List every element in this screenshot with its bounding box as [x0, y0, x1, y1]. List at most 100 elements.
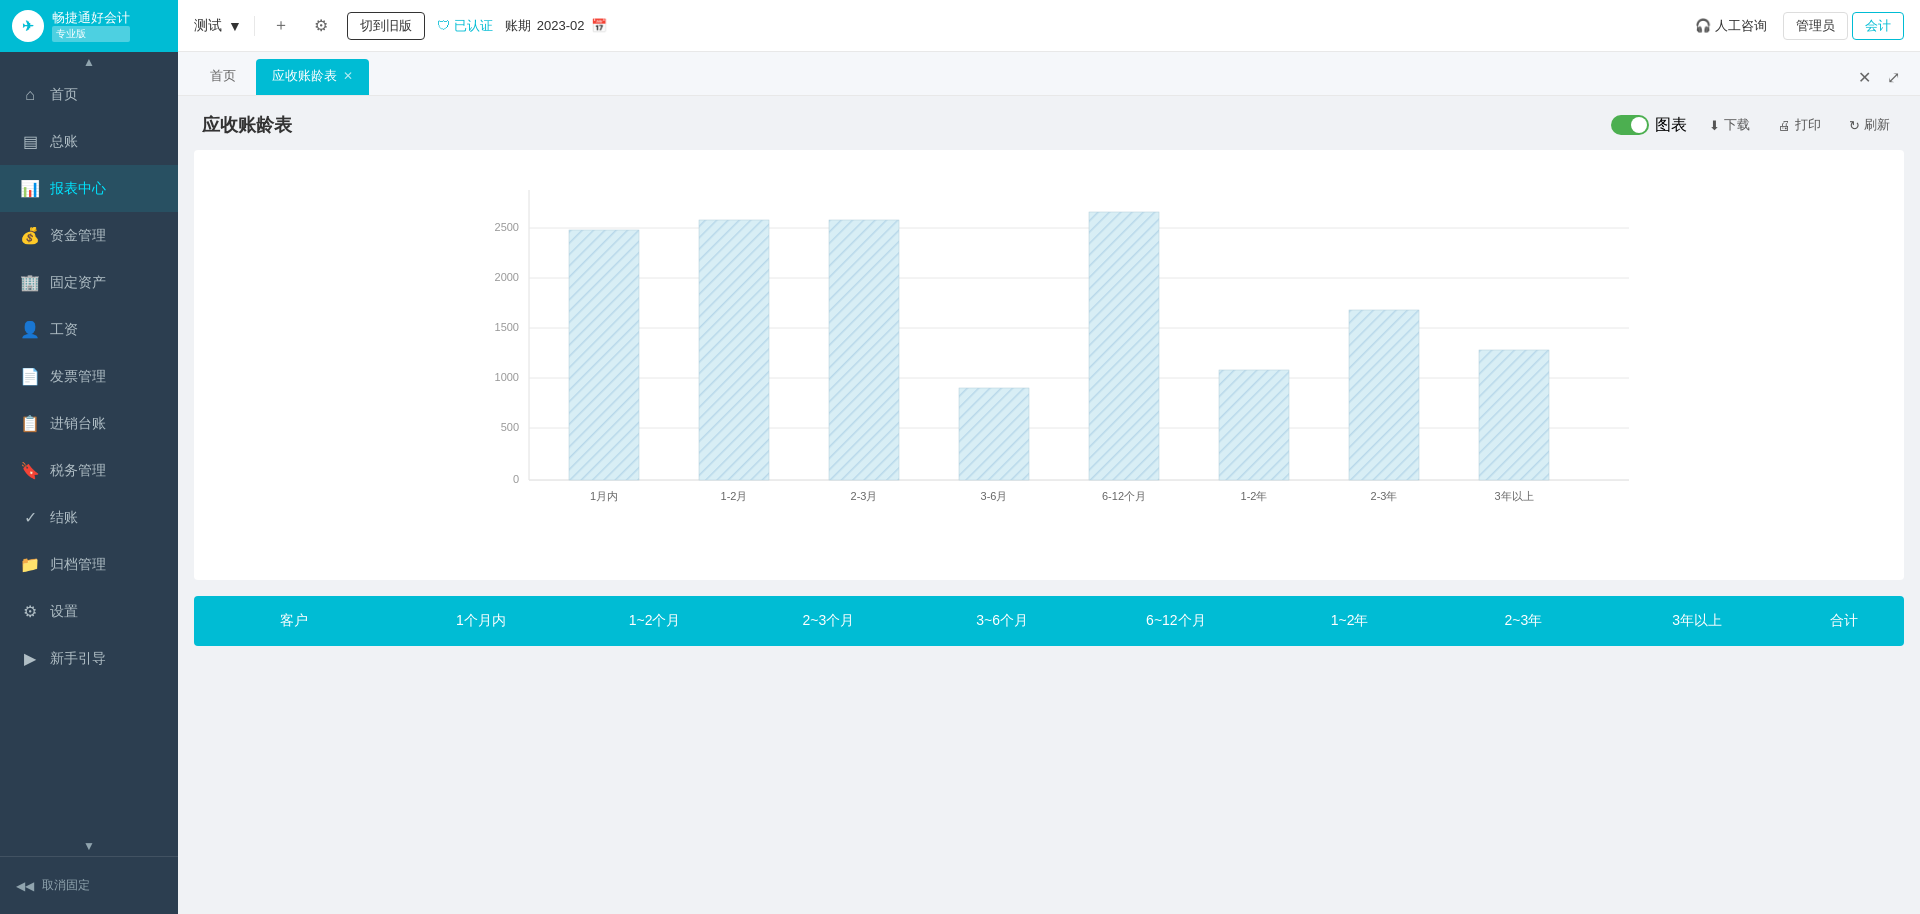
scroll-down-arrow[interactable]: ▼ — [0, 836, 178, 856]
svg-text:1月内: 1月内 — [590, 490, 618, 502]
download-label: 下载 — [1724, 116, 1750, 134]
sidebar-item-guide[interactable]: ▶ 新手引导 — [0, 635, 178, 682]
settings-gear-button[interactable]: ⚙ — [307, 12, 335, 40]
tab-close-icon[interactable]: ✕ — [343, 69, 353, 83]
sidebar-item-label: 报表中心 — [50, 180, 106, 198]
toggle-thumb — [1631, 117, 1647, 133]
chevron-down-icon: ▼ — [228, 18, 242, 34]
content-area: 应收账龄表 图表 ⬇ 下载 🖨 打印 ↻ 刷新 — [178, 96, 1920, 914]
svg-text:1-2年: 1-2年 — [1241, 490, 1268, 502]
cert-status: 🛡 已认证 — [437, 17, 493, 35]
scroll-up-arrow[interactable]: ▲ — [0, 52, 178, 72]
sidebar-item-label: 固定资产 — [50, 274, 106, 292]
topbar: 测试 ▼ ＋ ⚙ 切到旧版 🛡 已认证 账期 2023-02 📅 🎧 人工咨询 … — [178, 0, 1920, 52]
payroll-icon: 👤 — [20, 320, 40, 339]
sidebar-item-label: 结账 — [50, 509, 78, 527]
topbar-right: 🎧 人工咨询 管理员 会计 — [1695, 12, 1904, 40]
svg-text:1500: 1500 — [495, 321, 519, 333]
sidebar: ✈ 畅捷通好会计 专业版 ▲ ⌂ 首页 ▤ 总账 📊 报表中心 💰 资金管理 🏢… — [0, 0, 178, 914]
collapse-icon: ◀◀ — [16, 879, 34, 893]
svg-text:0: 0 — [513, 473, 519, 485]
sidebar-item-archive[interactable]: 📁 归档管理 — [0, 541, 178, 588]
svg-text:6-12个月: 6-12个月 — [1102, 490, 1146, 502]
manager-button[interactable]: 管理员 — [1783, 12, 1848, 40]
bar-6-12-month — [1089, 212, 1159, 480]
svg-text:2-3年: 2-3年 — [1371, 490, 1398, 502]
col-3plus-year: 3年以上 — [1610, 596, 1784, 646]
close-window-button[interactable]: ✕ — [1854, 64, 1875, 91]
svg-text:3年以上: 3年以上 — [1494, 490, 1533, 502]
add-button[interactable]: ＋ — [267, 12, 295, 40]
app-name: 畅捷通好会计 — [52, 10, 130, 27]
tax-icon: 🔖 — [20, 461, 40, 480]
calendar-icon[interactable]: 📅 — [591, 18, 607, 33]
svg-text:1000: 1000 — [495, 371, 519, 383]
bar-1-month — [569, 230, 639, 480]
sidebar-bottom: ◀◀ 取消固定 — [0, 856, 178, 914]
sidebar-item-invoice[interactable]: 📄 发票管理 — [0, 353, 178, 400]
chart-toggle[interactable]: 图表 — [1611, 115, 1687, 136]
invsales-icon: 📋 — [20, 414, 40, 433]
table-container: 客户 1个月内 1~2个月 2~3个月 3~6个月 6~12个月 1~2年 2~… — [194, 596, 1904, 646]
col-1-2month: 1~2个月 — [568, 596, 742, 646]
collapse-label: 取消固定 — [42, 877, 90, 894]
tab-home-label: 首页 — [210, 67, 236, 85]
sidebar-item-tax[interactable]: 🔖 税务管理 — [0, 447, 178, 494]
bar-3-plus-year — [1479, 350, 1549, 480]
sidebar-item-settle[interactable]: ✓ 结账 — [0, 494, 178, 541]
sidebar-item-reports[interactable]: 📊 报表中心 — [0, 165, 178, 212]
collapse-sidebar-button[interactable]: ◀◀ 取消固定 — [0, 867, 178, 904]
switch-old-version-button[interactable]: 切到旧版 — [347, 12, 425, 40]
download-button[interactable]: ⬇ 下载 — [1703, 112, 1756, 138]
page-actions: 图表 ⬇ 下载 🖨 打印 ↻ 刷新 — [1611, 112, 1896, 138]
toggle-track[interactable] — [1611, 115, 1649, 135]
tab-aging-label: 应收账龄表 — [272, 67, 337, 85]
sidebar-item-payroll[interactable]: 👤 工资 — [0, 306, 178, 353]
sidebar-item-assets[interactable]: 🏢 固定资产 — [0, 259, 178, 306]
tabbar: 首页 应收账龄表 ✕ ✕ ⤢ — [178, 52, 1920, 96]
tab-aging[interactable]: 应收账龄表 ✕ — [256, 59, 369, 95]
col-6-12month: 6~12个月 — [1089, 596, 1263, 646]
project-selector[interactable]: 测试 ▼ — [194, 17, 242, 35]
svg-text:2-3月: 2-3月 — [851, 490, 878, 502]
sidebar-item-label: 资金管理 — [50, 227, 106, 245]
print-label: 打印 — [1795, 116, 1821, 134]
invoice-icon: 📄 — [20, 367, 40, 386]
sidebar-item-label: 发票管理 — [50, 368, 106, 386]
refresh-label: 刷新 — [1864, 116, 1890, 134]
headset-icon: 🎧 — [1695, 18, 1711, 33]
bar-1-2-year — [1219, 370, 1289, 480]
print-button[interactable]: 🖨 打印 — [1772, 112, 1827, 138]
refresh-button[interactable]: ↻ 刷新 — [1843, 112, 1896, 138]
col-1-2year: 1~2年 — [1263, 596, 1437, 646]
ledger-icon: ▤ — [20, 132, 40, 151]
svg-text:1-2月: 1-2月 — [721, 490, 748, 502]
accountant-button[interactable]: 会计 — [1852, 12, 1904, 40]
main-area: 测试 ▼ ＋ ⚙ 切到旧版 🛡 已认证 账期 2023-02 📅 🎧 人工咨询 … — [178, 0, 1920, 914]
sidebar-item-invsales[interactable]: 📋 进销台账 — [0, 400, 178, 447]
sidebar-logo: ✈ 畅捷通好会计 专业版 — [0, 0, 178, 52]
sidebar-item-label: 新手引导 — [50, 650, 106, 668]
sidebar-item-label: 归档管理 — [50, 556, 106, 574]
tab-home[interactable]: 首页 — [194, 59, 252, 95]
sidebar-item-ledger[interactable]: ▤ 总账 — [0, 118, 178, 165]
bar-2-3-year — [1349, 310, 1419, 480]
sidebar-item-funds[interactable]: 💰 资金管理 — [0, 212, 178, 259]
maximize-window-button[interactable]: ⤢ — [1883, 64, 1904, 91]
download-icon: ⬇ — [1709, 118, 1720, 133]
reports-icon: 📊 — [20, 179, 40, 198]
svg-text:500: 500 — [501, 421, 519, 433]
col-total: 合计 — [1784, 596, 1904, 646]
consult-button[interactable]: 🎧 人工咨询 — [1695, 17, 1767, 35]
user-buttons: 管理员 会计 — [1783, 12, 1904, 40]
sidebar-item-settings[interactable]: ⚙ 设置 — [0, 588, 178, 635]
svg-text:2000: 2000 — [495, 271, 519, 283]
guide-icon: ▶ — [20, 649, 40, 668]
page-header: 应收账龄表 图表 ⬇ 下载 🖨 打印 ↻ 刷新 — [178, 96, 1920, 150]
sidebar-item-home[interactable]: ⌂ 首页 — [0, 72, 178, 118]
consult-label: 人工咨询 — [1715, 17, 1767, 35]
sidebar-item-label: 首页 — [50, 86, 78, 104]
settle-icon: ✓ — [20, 508, 40, 527]
svg-text:2500: 2500 — [495, 221, 519, 233]
bar-2-3-month — [829, 220, 899, 480]
